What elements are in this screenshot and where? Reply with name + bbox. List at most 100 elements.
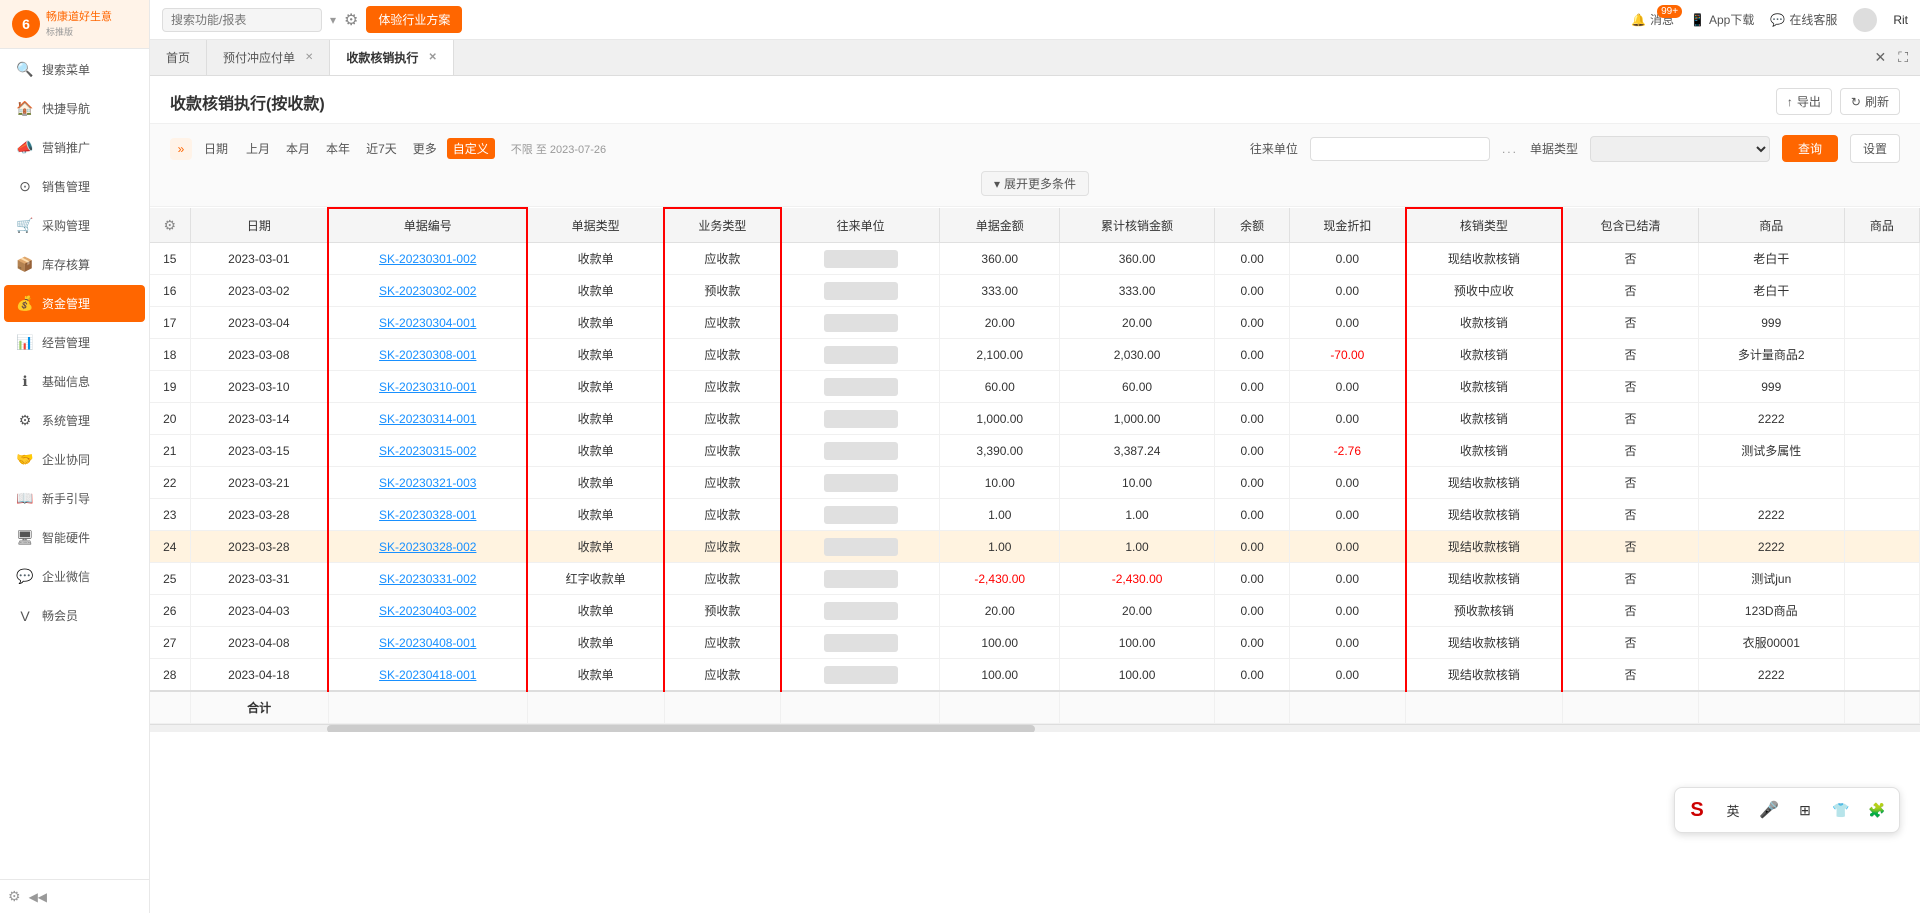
col-header-product: 商品	[1698, 208, 1844, 243]
sidebar-item-collab[interactable]: 🤝企业协同	[4, 441, 145, 478]
export-btn[interactable]: ↑ 导出	[1776, 88, 1832, 115]
sidebar-icon-marketing: 📣	[16, 139, 34, 156]
bill-no-link[interactable]: SK-20230321-003	[379, 476, 476, 490]
col-header-bill_type: 单据类型	[527, 208, 664, 243]
sidebar-item-system[interactable]: ⚙系统管理	[4, 402, 145, 439]
table-row: 282023-04-18SK-20230418-001收款单应收款████100…	[150, 659, 1920, 692]
sidebar-item-search[interactable]: 🔍搜索菜单	[4, 51, 145, 88]
table-row: 222023-03-21SK-20230321-003收款单应收款████10.…	[150, 467, 1920, 499]
tab-receivable[interactable]: 预付冲应付单✕	[207, 40, 330, 75]
table-row: 252023-03-31SK-20230331-002红字收款单应收款████-…	[150, 563, 1920, 595]
bill-no-link[interactable]: SK-20230331-002	[379, 572, 476, 586]
sidebar-icon-finance: 💰	[16, 295, 34, 312]
sidebar-label-sales: 销售管理	[42, 178, 90, 195]
query-btn[interactable]: 查询	[1782, 135, 1838, 162]
page-title: 收款核销执行(按收款)	[170, 90, 325, 114]
bill-no-link[interactable]: SK-20230301-002	[379, 252, 476, 266]
sidebar-item-member[interactable]: V畅会员	[4, 597, 145, 634]
col-header-no: 日期	[190, 208, 328, 243]
table-row: 272023-04-08SK-20230408-001收款单应收款████100…	[150, 627, 1920, 659]
table-row: 182023-03-08SK-20230308-001收款单应收款████2,1…	[150, 339, 1920, 371]
sidebar-item-base[interactable]: ℹ基础信息	[4, 363, 145, 400]
date-btn-this-month[interactable]: 本月	[280, 138, 316, 159]
sidebar-icon-guide: 📖	[16, 490, 34, 507]
collapse-icon[interactable]: ◀◀	[29, 890, 47, 904]
sidebar-icon-operation: 📊	[16, 334, 34, 351]
mic-icon[interactable]: 🎤	[1755, 796, 1783, 824]
partner-input[interactable]	[1310, 137, 1490, 161]
shirt-icon[interactable]: 👕	[1827, 796, 1855, 824]
filter-toggle-btn[interactable]: »	[170, 138, 192, 160]
bill-no-link[interactable]: SK-20230408-001	[379, 636, 476, 650]
sidebar-item-hardware[interactable]: 🖥智能硬件	[4, 519, 145, 556]
total-label: 合计	[190, 691, 328, 724]
col-header-bill_no: 单据编号	[328, 208, 527, 243]
header-settings-btn[interactable]: ⚙	[344, 10, 358, 30]
tabs-bar: 首页预付冲应付单✕收款核销执行✕✕⛶	[150, 40, 1920, 76]
search-input[interactable]	[162, 8, 322, 32]
sidebar-label-base: 基础信息	[42, 373, 90, 390]
sidebar-item-purchase[interactable]: 🛒采购管理	[4, 207, 145, 244]
bill-no-link[interactable]: SK-20230310-001	[379, 380, 476, 394]
sidebar-icon-member: V	[16, 608, 34, 624]
sidebar-label-operation: 经营管理	[42, 334, 90, 351]
notification-btn[interactable]: 🔔 消息 99+	[1631, 11, 1674, 28]
tab-receipt-exec[interactable]: 收款核销执行✕	[330, 40, 453, 75]
bill-no-link[interactable]: SK-20230314-001	[379, 412, 476, 426]
sidebar-item-guide[interactable]: 📖 新手引导	[4, 480, 145, 517]
dropdown-icon[interactable]: ▾	[330, 13, 336, 27]
puzzle-icon[interactable]: 🧩	[1863, 796, 1891, 824]
table-wrapper: ⚙日期单据编号单据类型业务类型往来单位单据金额累计核销金额余额现金折扣核销类型包…	[150, 207, 1920, 732]
sidebar-label-guide: 新手引导	[42, 490, 90, 507]
bill-no-link[interactable]: SK-20230308-001	[379, 348, 476, 362]
keyboard-icon[interactable]: ⊞	[1791, 796, 1819, 824]
bill-no-link[interactable]: SK-20230418-001	[379, 668, 476, 682]
solution-btn[interactable]: 体验行业方案	[366, 6, 462, 33]
col-header-discount: 现金折扣	[1290, 208, 1406, 243]
sidebar-item-nav[interactable]: 🏠快捷导航	[4, 90, 145, 127]
tab-close-receipt-exec[interactable]: ✕	[428, 52, 436, 63]
sidebar-label-system: 系统管理	[42, 412, 90, 429]
sidebar-icon-purchase: 🛒	[16, 217, 34, 234]
bill-no-link[interactable]: SK-20230304-001	[379, 316, 476, 330]
col-header-amount: 单据金额	[940, 208, 1060, 243]
sougou-s-icon[interactable]: S	[1683, 796, 1711, 824]
bill-no-link[interactable]: SK-20230403-002	[379, 604, 476, 618]
user-avatar[interactable]	[1853, 8, 1877, 32]
tab-home[interactable]: 首页	[150, 40, 207, 75]
bill-no-link[interactable]: SK-20230315-002	[379, 444, 476, 458]
sidebar-item-finance[interactable]: 💰资金管理	[4, 285, 145, 322]
date-btn-custom[interactable]: 自定义	[447, 138, 495, 159]
app-download-btn[interactable]: 📱 App下载	[1690, 11, 1754, 28]
table-row: 262023-04-03SK-20230403-002收款单预收款████20.…	[150, 595, 1920, 627]
sidebar-icon-collab: 🤝	[16, 451, 34, 468]
sidebar-item-wechat[interactable]: 💬企业微信	[4, 558, 145, 595]
英-icon[interactable]: 英	[1719, 796, 1747, 824]
sidebar-item-sales[interactable]: ⊙销售管理	[4, 168, 145, 205]
app-icon: 📱	[1690, 13, 1705, 27]
table-row: 152023-03-01SK-20230301-002收款单应收款████360…	[150, 243, 1920, 275]
date-btn-7days[interactable]: 近7天	[360, 138, 403, 159]
expand-more-btn[interactable]: ▾ 展开更多条件	[981, 171, 1089, 196]
bill-no-link[interactable]: SK-20230302-002	[379, 284, 476, 298]
filter-setting-btn[interactable]: 设置	[1850, 134, 1900, 163]
sidebar-icon-search: 🔍	[16, 61, 34, 78]
date-btn-more[interactable]: 更多	[407, 138, 443, 159]
sidebar-item-inventory[interactable]: 📦库存核算	[4, 246, 145, 283]
refresh-btn[interactable]: ↻ 刷新	[1840, 88, 1900, 115]
col-header-biz_type: 业务类型	[664, 208, 781, 243]
sidebar-item-operation[interactable]: 📊 经营管理	[4, 324, 145, 361]
bill-no-link[interactable]: SK-20230328-002	[379, 540, 476, 554]
date-btn-last-month[interactable]: 上月	[240, 138, 276, 159]
bill-no-link[interactable]: SK-20230328-001	[379, 508, 476, 522]
table-settings-btn[interactable]: ⚙	[163, 217, 176, 234]
date-btn-this-year[interactable]: 本年	[320, 138, 356, 159]
tab-fullscreen-btn[interactable]: ⛶	[1894, 45, 1912, 70]
tab-close-receivable[interactable]: ✕	[305, 52, 313, 63]
bill-type-select[interactable]	[1590, 136, 1770, 162]
online-service-btn[interactable]: 💬 在线客服	[1770, 11, 1837, 28]
horizontal-scrollbar[interactable]	[150, 724, 1920, 732]
sidebar-item-marketing[interactable]: 📣营销推广	[4, 129, 145, 166]
tab-close-all-btn[interactable]: ✕	[1870, 45, 1890, 70]
settings-icon[interactable]: ⚙	[8, 888, 21, 905]
